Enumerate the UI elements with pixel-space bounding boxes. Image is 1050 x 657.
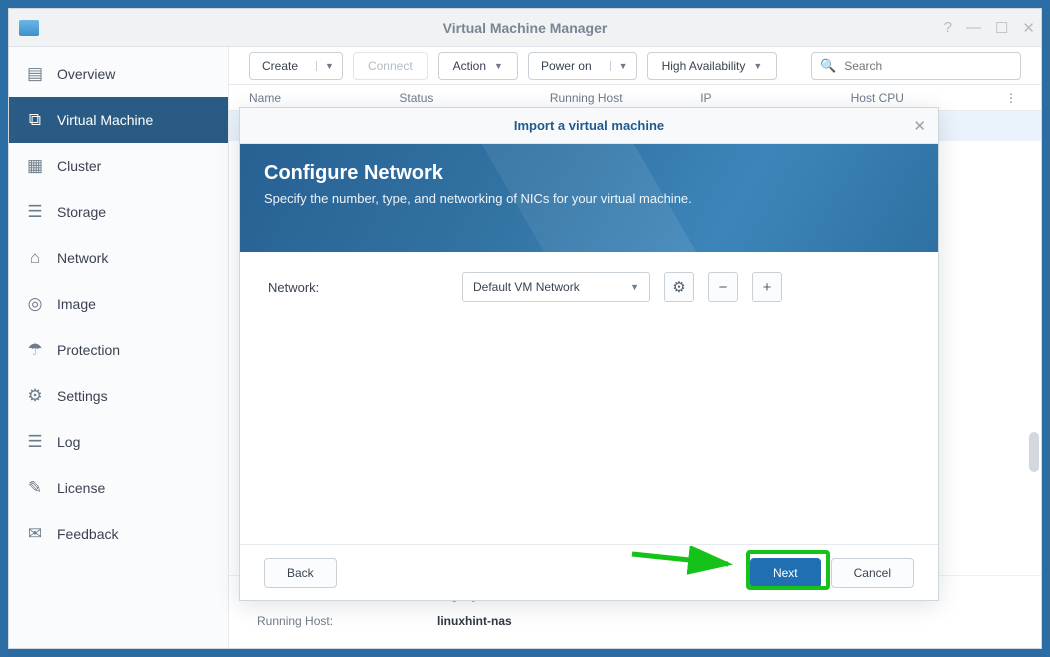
feedback-icon: ✉ [25,525,45,543]
sidebar-item-label: Overview [57,66,115,82]
help-icon[interactable]: ? [944,19,952,37]
create-button-label: Create [250,59,310,73]
search-input[interactable] [842,58,1012,74]
image-icon: ◎ [25,295,45,313]
create-button[interactable]: Create ▼ [249,52,343,80]
sidebar-item-cluster[interactable]: ▦ Cluster [9,143,228,189]
sidebar-item-license[interactable]: ✎ License [9,465,228,511]
plus-icon: + [763,279,772,296]
chevron-down-icon: ▼ [494,61,503,71]
overview-icon: ▤ [25,65,45,83]
network-dropdown-value: Default VM Network [473,280,580,294]
chevron-down-icon[interactable]: ▼ [610,61,636,71]
sidebar-item-settings[interactable]: ⚙ Settings [9,373,228,419]
dialog-hero: Configure Network Specify the number, ty… [240,144,938,252]
sidebar-item-storage[interactable]: ☰ Storage [9,189,228,235]
nic-settings-button[interactable]: ⚙ [664,272,694,302]
sidebar-item-label: Network [57,250,108,266]
sidebar-item-label: Log [57,434,80,450]
sidebar-item-protection[interactable]: ☂ Protection [9,327,228,373]
sidebar-item-label: Storage [57,204,106,220]
back-button-label: Back [287,566,314,580]
nic-remove-button[interactable]: − [708,272,738,302]
dialog-heading: Configure Network [264,162,914,185]
action-button-label: Action [453,59,486,73]
sidebar-item-label: Image [57,296,96,312]
network-label: Network: [268,280,448,295]
cancel-button[interactable]: Cancel [831,558,914,588]
sidebar-item-label: Feedback [57,526,118,542]
dialog-footer: Back Next Cancel [240,544,938,600]
dialog-subtitle: Specify the number, type, and networking… [264,191,914,206]
sidebar-item-label: Protection [57,342,120,358]
sidebar-item-overview[interactable]: ▤ Overview [9,51,228,97]
dialog-title: Import a virtual machine [514,118,664,133]
storage-icon: ☰ [25,203,45,221]
scrollbar[interactable] [1029,432,1039,472]
log-icon: ☰ [25,433,45,451]
close-icon[interactable]: ✕ [913,117,926,135]
gear-icon: ⚙ [25,387,45,405]
dialog-titlebar: Import a virtual machine ✕ [240,108,938,144]
gear-icon: ⚙ [672,278,685,296]
power-button-label: Power on [529,59,604,73]
toolbar: Create ▼ Connect Action ▼ Power on ▼ Hig… [229,47,1041,85]
sidebar-item-log[interactable]: ☰ Log [9,419,228,465]
minimize-icon[interactable]: — [966,19,981,37]
col-running-host[interactable]: Running Host [550,91,700,105]
import-vm-dialog: Import a virtual machine ✕ Configure Net… [239,107,939,601]
window-title: Virtual Machine Manager [9,20,1041,36]
detail-key-host: Running Host: [257,614,437,628]
connect-button[interactable]: Connect [353,52,428,80]
maximize-icon[interactable]: ☐ [995,19,1008,37]
app-window: Virtual Machine Manager ? — ☐ ✕ ▤ Overvi… [8,8,1042,649]
back-button[interactable]: Back [264,558,337,588]
chevron-down-icon: ▼ [630,282,639,292]
next-button-label: Next [773,566,798,580]
cluster-icon: ▦ [25,157,45,175]
chevron-down-icon[interactable]: ▼ [316,61,342,71]
protection-icon: ☂ [25,341,45,359]
cancel-button-label: Cancel [854,566,891,580]
sidebar: ▤ Overview ⧉ Virtual Machine ▦ Cluster ☰… [9,47,229,648]
network-dropdown[interactable]: Default VM Network ▼ [462,272,650,302]
nic-add-button[interactable]: + [752,272,782,302]
col-host-cpu[interactable]: Host CPU [851,91,1001,105]
col-name[interactable]: Name [249,91,399,105]
sidebar-item-label: Virtual Machine [57,112,153,128]
chevron-down-icon: ▼ [753,61,762,71]
detail-value-host: linuxhint-nas [437,614,512,628]
search-field[interactable]: 🔍 [811,52,1021,80]
sidebar-item-network[interactable]: ⌂ Network [9,235,228,281]
sidebar-item-label: Cluster [57,158,101,174]
dialog-body: Network: Default VM Network ▼ ⚙ − + [240,252,938,544]
column-menu-icon[interactable]: ⋮ [1001,91,1021,105]
network-icon: ⌂ [25,249,45,267]
action-button[interactable]: Action ▼ [438,52,518,80]
sidebar-item-label: Settings [57,388,108,404]
network-field-row: Network: Default VM Network ▼ ⚙ − + [268,272,910,302]
license-icon: ✎ [25,479,45,497]
ha-button[interactable]: High Availability ▼ [647,52,778,80]
titlebar: Virtual Machine Manager ? — ☐ ✕ [9,9,1041,47]
next-button[interactable]: Next [750,558,821,588]
sidebar-item-label: License [57,480,105,496]
connect-button-label: Connect [368,59,413,73]
ha-button-label: High Availability [662,59,746,73]
close-window-icon[interactable]: ✕ [1022,19,1035,37]
minus-icon: − [719,279,728,296]
col-status[interactable]: Status [399,91,549,105]
window-controls: ? — ☐ ✕ [944,19,1035,37]
col-ip[interactable]: IP [700,91,850,105]
sidebar-item-image[interactable]: ◎ Image [9,281,228,327]
sidebar-item-feedback[interactable]: ✉ Feedback [9,511,228,557]
sidebar-item-virtual-machine[interactable]: ⧉ Virtual Machine [9,97,228,143]
search-icon: 🔍 [820,58,836,74]
power-button[interactable]: Power on ▼ [528,52,637,80]
vm-icon: ⧉ [25,111,45,129]
